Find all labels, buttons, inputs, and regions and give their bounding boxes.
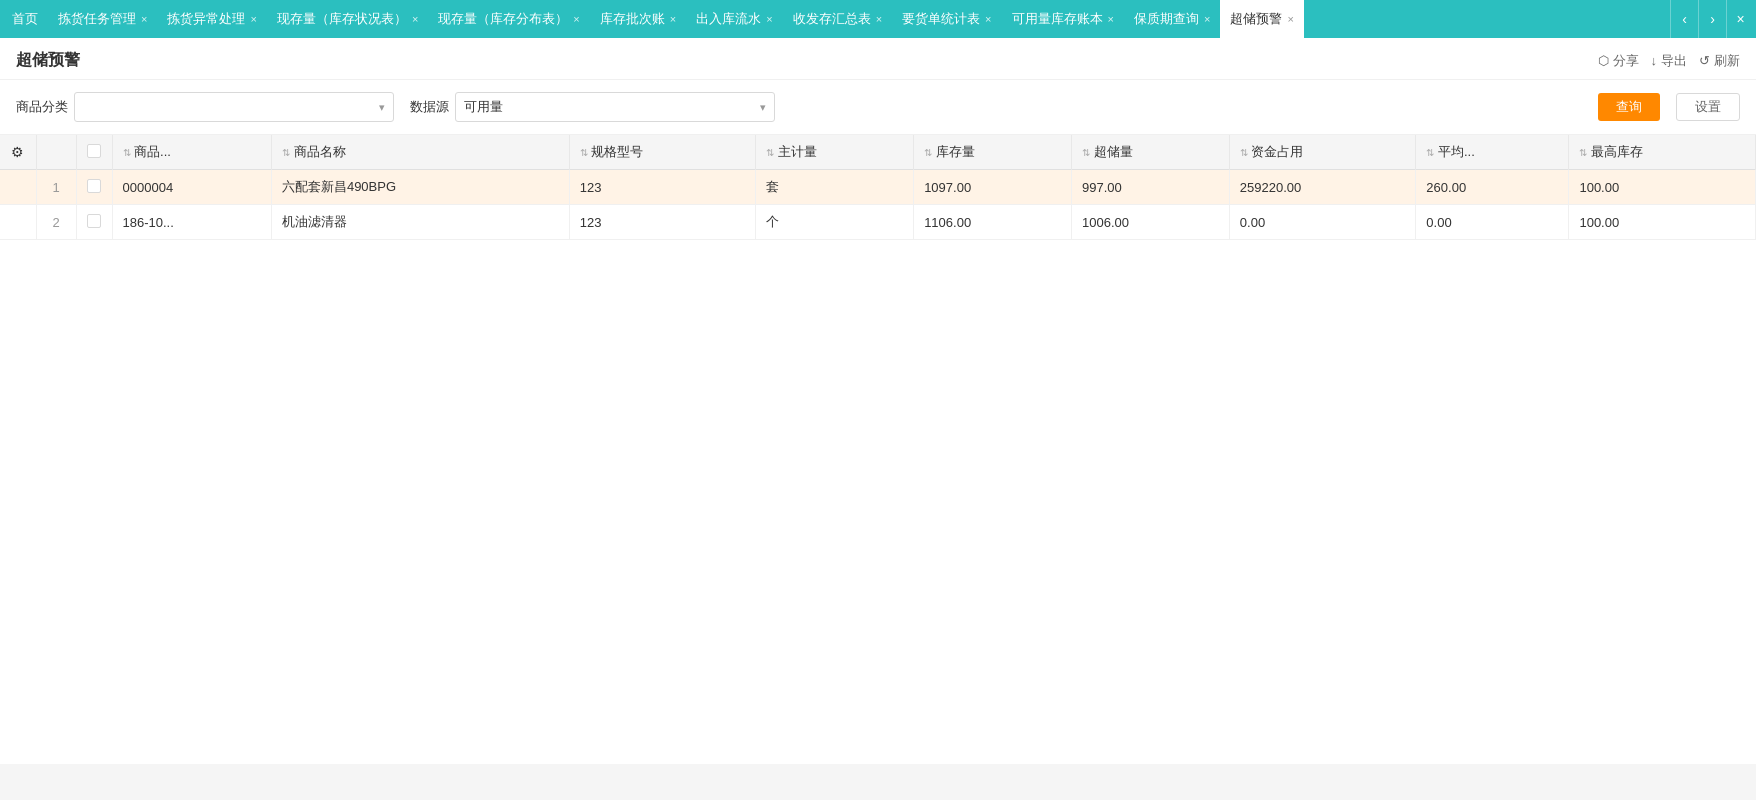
data-source-select[interactable]: 可用量 ▾ [455,92,775,122]
filter-bar: 商品分类 ▾ 数据源 可用量 ▾ 查询 设置 [0,80,1756,135]
export-button[interactable]: ↓ 导出 [1651,52,1688,70]
nav-exception[interactable]: 拣货异常处理 × [157,0,266,38]
row-product-code: 0000004 [112,170,271,205]
row-avg: 0.00 [1416,205,1569,240]
row-capital: 259220.00 [1229,170,1416,205]
col-capital-header[interactable]: ⇅ 资金占用 [1229,135,1416,170]
row-max-stock: 100.00 [1569,205,1756,240]
topbar-wrapper: 首页 拣货任务管理 × 拣货异常处理 × 现存量（库存状况表） × 现存量（库存… [0,0,1756,38]
close-icon[interactable]: × [1287,13,1293,25]
nav-stock-status[interactable]: 现存量（库存状况表） × [267,0,428,38]
data-source-filter: 数据源 可用量 ▾ [410,92,775,122]
close-icon[interactable]: × [876,13,882,25]
nav-more-arrow[interactable]: × [1726,0,1754,38]
row-overstock: 1006.00 [1072,205,1230,240]
refresh-icon: ↺ [1699,53,1710,68]
dropdown-arrow-icon: ▾ [760,101,766,114]
nav-task-mgmt[interactable]: 拣货任务管理 × [48,0,157,38]
nav-batch-account[interactable]: 库存批次账 × [590,0,686,38]
row-product-name: 机油滤清器 [271,205,569,240]
col-checkbox-header[interactable] [76,135,112,170]
share-button[interactable]: ⬡ 分享 [1598,52,1639,70]
col-avg-header[interactable]: ⇅ 平均... [1416,135,1569,170]
close-icon[interactable]: × [250,13,256,25]
row-max-stock: 100.00 [1569,170,1756,205]
row-stock: 1097.00 [914,170,1072,205]
page-header: 超储预警 ⬡ 分享 ↓ 导出 ↺ 刷新 [0,38,1756,80]
gear-icon[interactable]: ⚙ [11,144,24,160]
page-content: 超储预警 ⬡ 分享 ↓ 导出 ↺ 刷新 商品分类 ▾ 数据源 [0,38,1756,764]
table-header: ⚙ ⇅ 商品... ⇅ 商品名称 ⇅ 规格型号 ⇅ 主计量 ⇅ 库存量 ⇅ 超储… [0,135,1756,170]
table-row: 1 0000004 六配套新昌490BPG 123 套 1097.00 997.… [0,170,1756,205]
col-spec-header[interactable]: ⇅ 规格型号 [569,135,756,170]
query-button[interactable]: 查询 [1598,93,1660,121]
page-title: 超储预警 [16,50,80,71]
col-product-name-header[interactable]: ⇅ 商品名称 [271,135,569,170]
table-body: 1 0000004 六配套新昌490BPG 123 套 1097.00 997.… [0,170,1756,240]
row-spec: 123 [569,170,756,205]
row-select-checkbox[interactable] [87,214,101,228]
row-gear-cell [0,170,36,205]
row-spec: 123 [569,205,756,240]
table-row: 2 186-10... 机油滤清器 123 个 1106.00 1006.00 … [0,205,1756,240]
header-actions: ⬡ 分享 ↓ 导出 ↺ 刷新 [1598,52,1741,70]
settings-button[interactable]: 设置 [1676,93,1740,121]
nav-inout-flow[interactable]: 出入库流水 × [686,0,782,38]
data-source-label: 数据源 [410,98,449,116]
dropdown-arrow-icon: ▾ [379,101,385,114]
row-stock: 1106.00 [914,205,1072,240]
row-unit: 套 [756,170,914,205]
nav-available-stock[interactable]: 可用量库存账本 × [1002,0,1124,38]
data-source-value: 可用量 [464,98,503,116]
col-index-header [36,135,76,170]
product-category-label: 商品分类 [16,98,68,116]
row-avg: 260.00 [1416,170,1569,205]
close-icon[interactable]: × [412,13,418,25]
export-icon: ↓ [1651,53,1658,68]
share-icon: ⬡ [1598,53,1609,68]
col-stock-header[interactable]: ⇅ 库存量 [914,135,1072,170]
col-unit-header[interactable]: ⇅ 主计量 [756,135,914,170]
refresh-button[interactable]: ↺ 刷新 [1699,52,1740,70]
table-container: ⚙ ⇅ 商品... ⇅ 商品名称 ⇅ 规格型号 ⇅ 主计量 ⇅ 库存量 ⇅ 超储… [0,135,1756,240]
close-icon[interactable]: × [766,13,772,25]
nav-overstock[interactable]: 超储预警 × [1220,0,1303,38]
nav-order-stats[interactable]: 要货单统计表 × [892,0,1001,38]
close-icon[interactable]: × [573,13,579,25]
row-gear-cell [0,205,36,240]
close-icon[interactable]: × [1204,13,1210,25]
teal-nav-bar: 首页 拣货任务管理 × 拣货异常处理 × 现存量（库存状况表） × 现存量（库存… [0,0,1756,38]
col-product-code-header[interactable]: ⇅ 商品... [112,135,271,170]
row-checkbox-cell[interactable] [76,170,112,205]
col-max-stock-header[interactable]: ⇅ 最高库存 [1569,135,1756,170]
close-icon[interactable]: × [985,13,991,25]
row-checkbox-cell[interactable] [76,205,112,240]
nav-stock-dist[interactable]: 现存量（库存分布表） × [428,0,589,38]
nav-arrows: ‹ › × [1670,0,1754,38]
nav-left-arrow[interactable]: ‹ [1670,0,1698,38]
row-unit: 个 [756,205,914,240]
row-overstock: 997.00 [1072,170,1230,205]
row-index-cell: 2 [36,205,76,240]
data-table: ⚙ ⇅ 商品... ⇅ 商品名称 ⇅ 规格型号 ⇅ 主计量 ⇅ 库存量 ⇅ 超储… [0,135,1756,240]
row-product-code: 186-10... [112,205,271,240]
row-product-name: 六配套新昌490BPG [271,170,569,205]
nav-right-arrow[interactable]: › [1698,0,1726,38]
nav-shelf-life[interactable]: 保质期查询 × [1124,0,1220,38]
select-all-checkbox[interactable] [87,144,101,158]
close-icon[interactable]: × [141,13,147,25]
product-category-select[interactable]: ▾ [74,92,394,122]
nav-receipt-summary[interactable]: 收发存汇总表 × [783,0,892,38]
product-category-filter: 商品分类 ▾ [16,92,394,122]
row-select-checkbox[interactable] [87,179,101,193]
close-icon[interactable]: × [1108,13,1114,25]
close-icon[interactable]: × [670,13,676,25]
col-gear-header[interactable]: ⚙ [0,135,36,170]
col-overstock-header[interactable]: ⇅ 超储量 [1072,135,1230,170]
row-capital: 0.00 [1229,205,1416,240]
nav-home[interactable]: 首页 [2,0,48,38]
row-index-cell: 1 [36,170,76,205]
